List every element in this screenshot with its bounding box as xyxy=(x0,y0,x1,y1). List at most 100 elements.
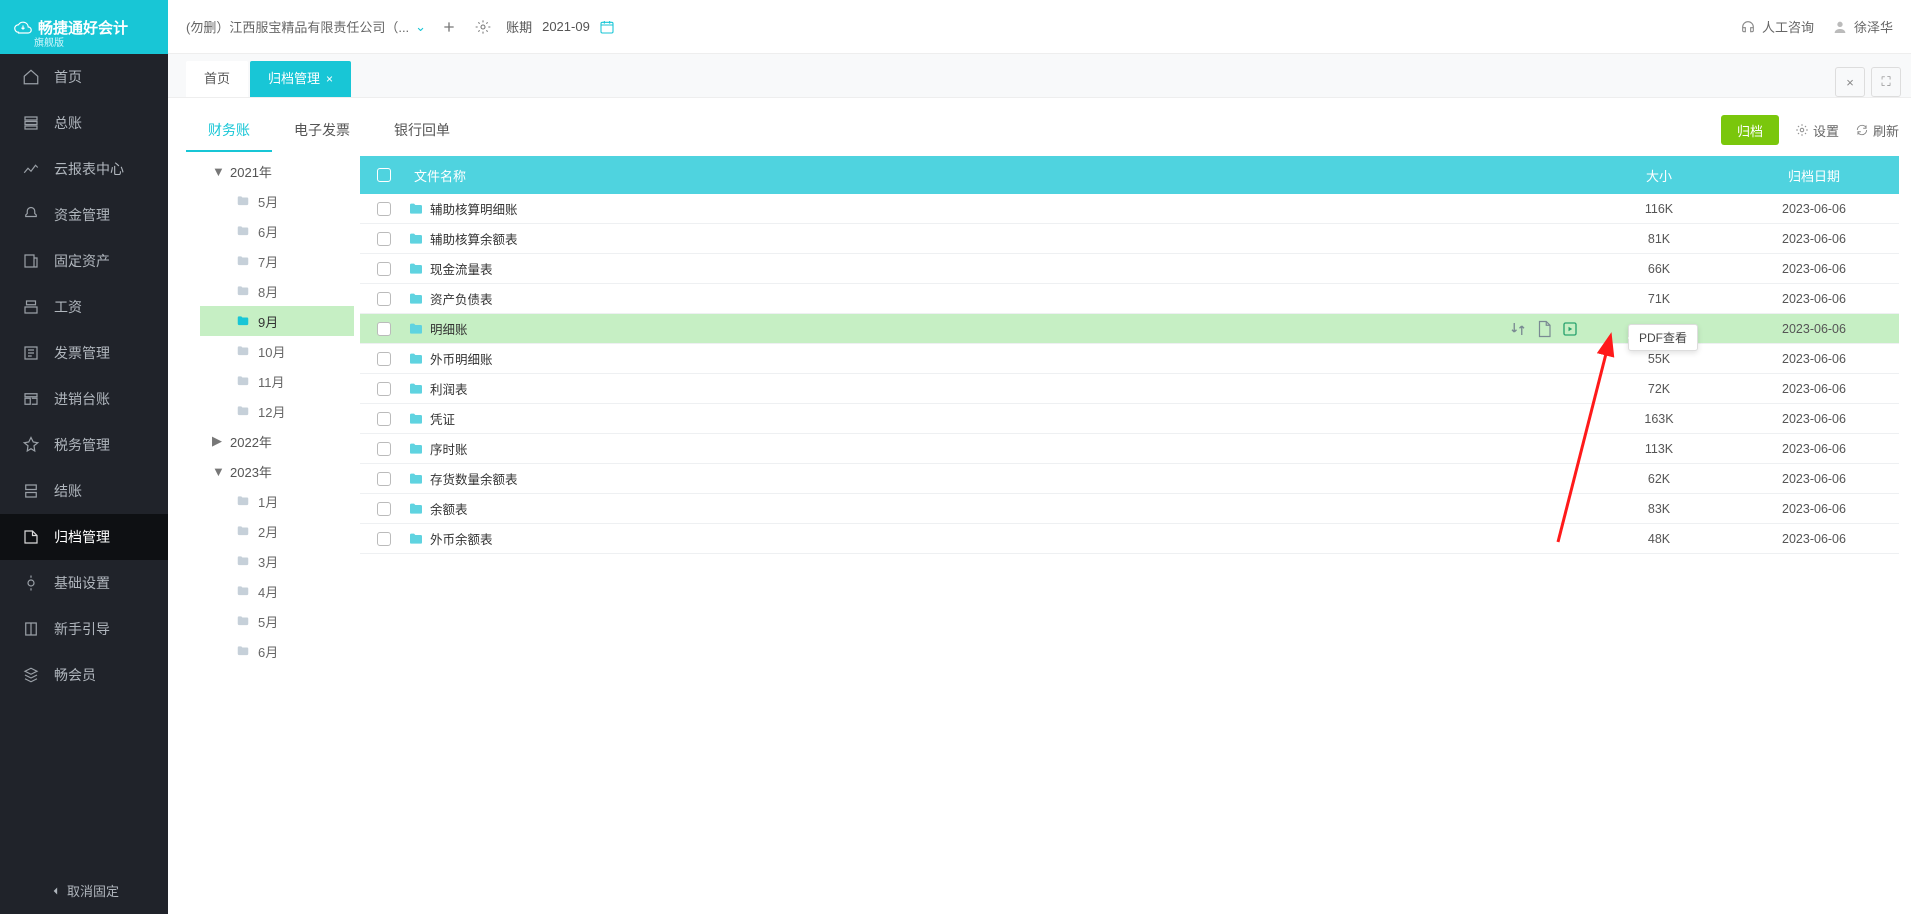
tree-month[interactable]: 11月 xyxy=(200,366,354,396)
folder-icon xyxy=(236,404,250,418)
table-header: 文件名称 大小 归档日期 xyxy=(360,156,1899,194)
row-checkbox[interactable] xyxy=(377,442,391,456)
tree-month[interactable]: 1月 xyxy=(200,486,354,516)
table-row[interactable]: 余额表83K2023-06-06 xyxy=(360,494,1899,524)
gear-icon[interactable] xyxy=(475,19,491,35)
file-date: 2023-06-06 xyxy=(1729,472,1899,486)
subtab-bank[interactable]: 银行回单 xyxy=(372,108,472,152)
nav-item-8[interactable]: 税务管理 xyxy=(0,422,168,468)
subtab-finance[interactable]: 财务账 xyxy=(186,108,272,152)
support-label: 人工咨询 xyxy=(1762,17,1814,36)
table-row[interactable]: 序时账113K2023-06-06 xyxy=(360,434,1899,464)
folder-icon xyxy=(408,471,424,487)
nav-item-1[interactable]: 总账 xyxy=(0,100,168,146)
archive-button[interactable]: 归档 xyxy=(1721,115,1779,145)
row-checkbox[interactable] xyxy=(377,232,391,246)
company-selector[interactable]: (勿删）江西服宝精品有限责任公司（... xyxy=(186,17,409,36)
plus-icon[interactable] xyxy=(441,19,457,35)
view-icon[interactable] xyxy=(1561,320,1579,338)
close-icon[interactable]: × xyxy=(326,72,333,86)
nav-item-5[interactable]: 工资 xyxy=(0,284,168,330)
tree-month[interactable]: 2月 xyxy=(200,516,354,546)
row-checkbox[interactable] xyxy=(377,382,391,396)
tab-close-all[interactable]: × xyxy=(1835,67,1865,97)
nav-item-7[interactable]: 进销台账 xyxy=(0,376,168,422)
refresh-icon xyxy=(1855,123,1869,137)
month-label: 1月 xyxy=(258,492,278,511)
nav-item-12[interactable]: 新手引导 xyxy=(0,606,168,652)
tree-month[interactable]: 6月 xyxy=(200,636,354,666)
tab-fullscreen[interactable]: ⛶ xyxy=(1871,67,1901,97)
tree-month[interactable]: 4月 xyxy=(200,576,354,606)
nav-item-10[interactable]: 归档管理 xyxy=(0,514,168,560)
tab-archive[interactable]: 归档管理× xyxy=(250,61,351,97)
row-checkbox[interactable] xyxy=(377,292,391,306)
nav-item-11[interactable]: 基础设置 xyxy=(0,560,168,606)
nav-icon xyxy=(22,482,40,500)
support-link[interactable]: 人工咨询 xyxy=(1740,17,1814,36)
user-name: 徐泽华 xyxy=(1854,17,1893,36)
file-name: 外币余额表 xyxy=(430,529,493,548)
row-checkbox[interactable] xyxy=(377,322,391,336)
tree-month[interactable]: 5月 xyxy=(200,186,354,216)
chevron-down-icon[interactable]: ⌄ xyxy=(415,19,426,35)
user-menu[interactable]: 徐泽华 xyxy=(1832,17,1893,36)
month-label: 12月 xyxy=(258,402,285,421)
file-name: 明细账 xyxy=(430,319,468,338)
folder-icon xyxy=(408,201,424,217)
period-value[interactable]: 2021-09 xyxy=(542,19,590,34)
tree-month[interactable]: 3月 xyxy=(200,546,354,576)
tree-year[interactable]: ▼2023年 xyxy=(200,456,354,486)
nav-item-3[interactable]: 资金管理 xyxy=(0,192,168,238)
row-checkbox[interactable] xyxy=(377,262,391,276)
nav-item-13[interactable]: 畅会员 xyxy=(0,652,168,698)
tree-month[interactable]: 10月 xyxy=(200,336,354,366)
tree-month[interactable]: 9月 xyxy=(200,306,354,336)
tree-month[interactable]: 12月 xyxy=(200,396,354,426)
row-checkbox[interactable] xyxy=(377,352,391,366)
table-row[interactable]: 利润表72K2023-06-06 xyxy=(360,374,1899,404)
folder-icon xyxy=(236,374,250,388)
table-row[interactable]: 资产负债表71K2023-06-06 xyxy=(360,284,1899,314)
tree-year[interactable]: ▼2021年 xyxy=(200,156,354,186)
calendar-icon[interactable] xyxy=(599,19,615,35)
folder-icon xyxy=(408,321,424,337)
sidebar: 畅捷通好会计 旗舰版 首页总账云报表中心资金管理固定资产工资发票管理进销台账税务… xyxy=(0,0,168,914)
row-checkbox[interactable] xyxy=(377,472,391,486)
tree-year[interactable]: ▶2022年 xyxy=(200,426,354,456)
nav-label: 首页 xyxy=(54,67,82,87)
settings-button[interactable]: 设置 xyxy=(1795,121,1839,140)
folder-icon xyxy=(236,314,250,328)
swap-icon[interactable] xyxy=(1509,320,1527,338)
table-row[interactable]: 凭证163K2023-06-06 xyxy=(360,404,1899,434)
refresh-button[interactable]: 刷新 xyxy=(1855,121,1899,140)
pdf-icon[interactable] xyxy=(1535,320,1553,338)
nav-item-6[interactable]: 发票管理 xyxy=(0,330,168,376)
table-row[interactable]: 现金流量表66K2023-06-06 xyxy=(360,254,1899,284)
brand-edition: 旗舰版 xyxy=(34,34,64,49)
tree-month[interactable]: 7月 xyxy=(200,246,354,276)
nav-item-9[interactable]: 结账 xyxy=(0,468,168,514)
row-checkbox[interactable] xyxy=(377,412,391,426)
row-checkbox[interactable] xyxy=(377,202,391,216)
file-size: 163K xyxy=(1589,412,1729,426)
table-row[interactable]: 辅助核算明细账116K2023-06-06 xyxy=(360,194,1899,224)
sidebar-unpin[interactable]: 取消固定 xyxy=(0,881,168,900)
tree-month[interactable]: 8月 xyxy=(200,276,354,306)
row-actions xyxy=(1501,320,1579,338)
checkbox-all[interactable] xyxy=(377,168,391,182)
table-row[interactable]: 外币余额表48K2023-06-06 xyxy=(360,524,1899,554)
tree-month[interactable]: 5月 xyxy=(200,606,354,636)
nav-item-0[interactable]: 首页 xyxy=(0,54,168,100)
nav-item-2[interactable]: 云报表中心 xyxy=(0,146,168,192)
tree-month[interactable]: 6月 xyxy=(200,216,354,246)
subtab-einvoice[interactable]: 电子发票 xyxy=(272,108,372,152)
tab-home[interactable]: 首页 xyxy=(186,61,248,97)
table-row[interactable]: 存货数量余额表62K2023-06-06 xyxy=(360,464,1899,494)
nav-item-4[interactable]: 固定资产 xyxy=(0,238,168,284)
caret-icon: ▶ xyxy=(212,433,222,449)
table-row[interactable]: 辅助核算余额表81K2023-06-06 xyxy=(360,224,1899,254)
row-checkbox[interactable] xyxy=(377,532,391,546)
month-label: 10月 xyxy=(258,342,285,361)
row-checkbox[interactable] xyxy=(377,502,391,516)
